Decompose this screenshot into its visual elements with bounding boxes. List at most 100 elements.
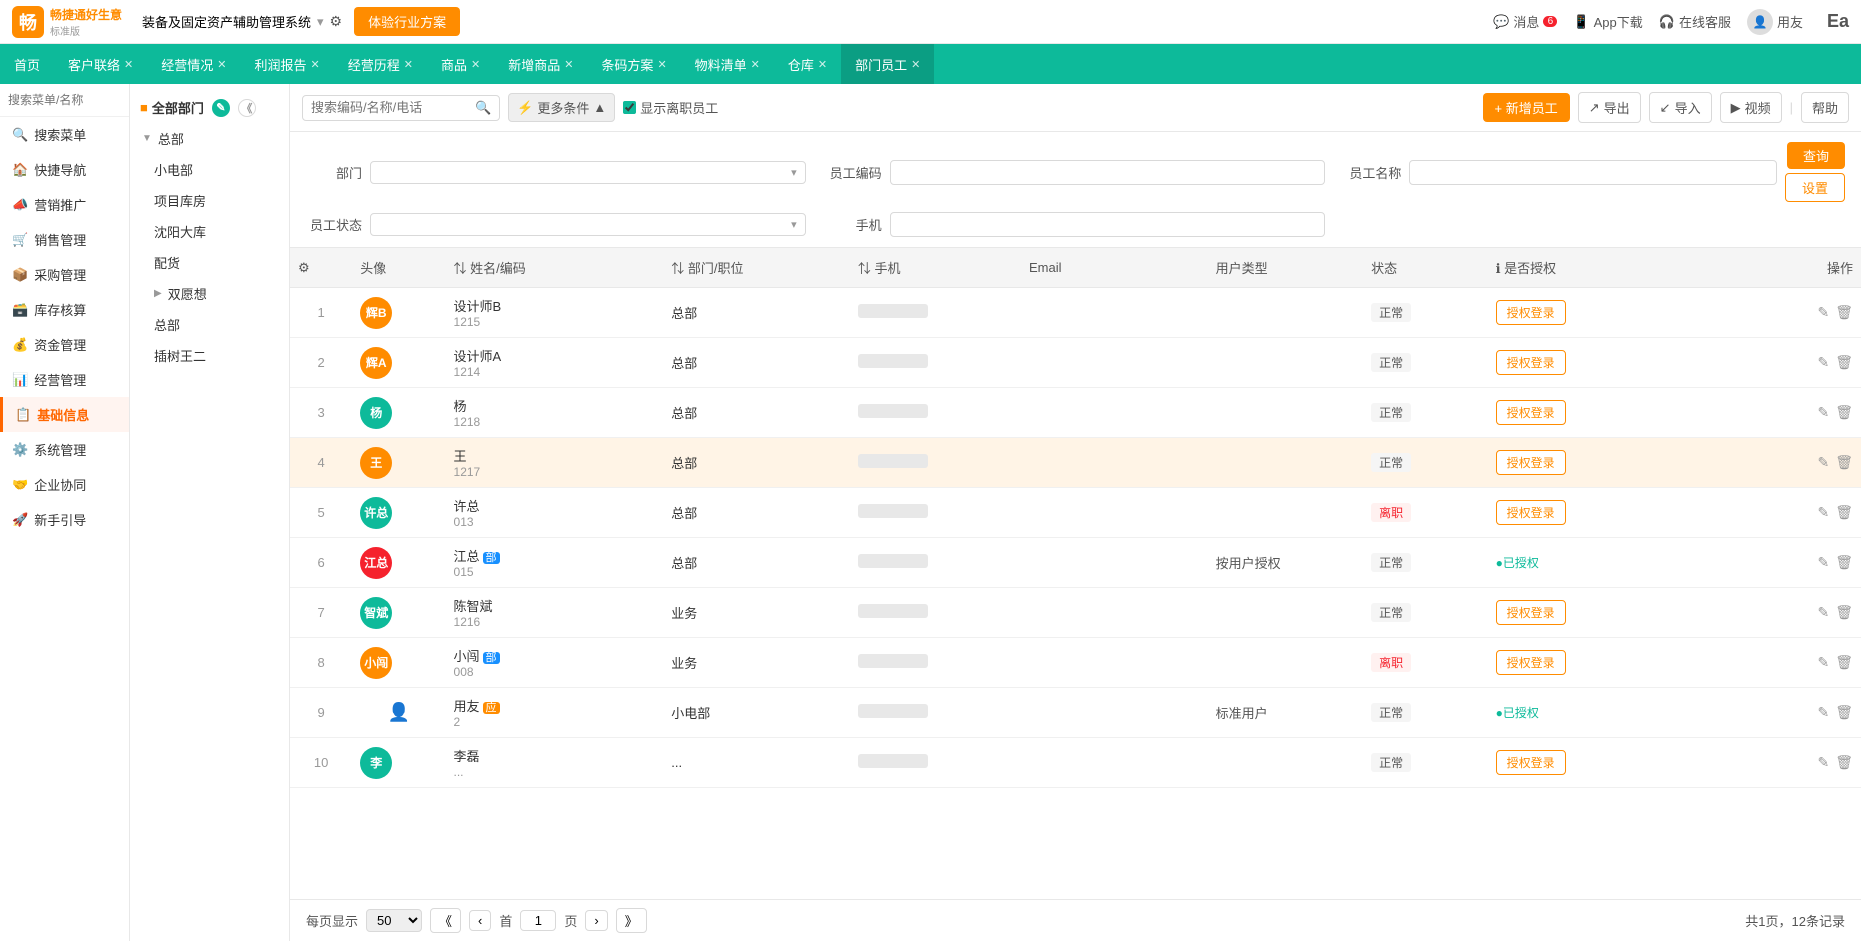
edit-button[interactable]: ✎ [1817, 654, 1829, 671]
next-page-button[interactable]: › [585, 910, 607, 931]
delete-button[interactable]: 🗑 [1835, 504, 1853, 521]
sidebar-item-marketing[interactable]: 📣 营销推广 [0, 187, 129, 222]
edit-button[interactable]: ✎ [1817, 754, 1829, 771]
first-page-button[interactable]: 《 [430, 908, 461, 933]
name-code-col-header[interactable]: ⇅ 姓名/编码 [446, 248, 664, 288]
nav-item-barcode[interactable]: 条码方案 ✕ [587, 44, 680, 84]
search-input[interactable] [311, 100, 471, 115]
sidebar-item-inventory[interactable]: 🗃️ 库存核算 [0, 292, 129, 327]
dept-select[interactable]: ▾ [370, 161, 806, 184]
auth-login-button[interactable]: 授权登录 [1496, 450, 1566, 475]
close-icon[interactable]: ✕ [751, 58, 760, 71]
nav-item-profit[interactable]: 利润报告 ✕ [240, 44, 333, 84]
chevron-down-icon[interactable]: ▾ [317, 14, 324, 30]
delete-button[interactable]: 🗑 [1835, 304, 1853, 321]
phone-col-header[interactable]: ⇅ 手机 [850, 248, 1021, 288]
nav-item-dept-staff[interactable]: 部门员工 ✕ [841, 44, 934, 84]
sidebar-item-purchase[interactable]: 📦 采购管理 [0, 257, 129, 292]
delete-button[interactable]: 🗑 [1835, 554, 1853, 571]
sidebar-item-sales[interactable]: 🛒 销售管理 [0, 222, 129, 257]
dept-node-planting[interactable]: 插树王二 [130, 340, 289, 371]
edit-button[interactable]: ✎ [1817, 554, 1829, 571]
delete-button[interactable]: 🗑 [1835, 654, 1853, 671]
edit-button[interactable]: ✎ [1817, 304, 1829, 321]
nav-item-goods[interactable]: 商品 ✕ [427, 44, 494, 84]
search-icon[interactable]: 🔍 [475, 100, 491, 116]
edit-button[interactable]: ✎ [1817, 504, 1829, 521]
import-button[interactable]: ↙ 导入 [1649, 92, 1712, 123]
sidebar-item-search[interactable]: 🔍 搜索菜单 [0, 117, 129, 152]
sidebar-search-input[interactable] [8, 93, 130, 107]
help-button[interactable]: 帮助 [1801, 92, 1849, 123]
close-icon[interactable]: ✕ [471, 58, 480, 71]
dept-node-hq[interactable]: 总部 [130, 309, 289, 340]
edit-button[interactable]: ✎ [1817, 404, 1829, 421]
dept-node-distribute[interactable]: 配货 [130, 247, 289, 278]
online-support-action[interactable]: 🎧 在线客服 [1659, 12, 1731, 31]
dept-position-col-header[interactable]: ⇅ 部门/职位 [663, 248, 850, 288]
dept-node-small-elec[interactable]: 小电部 [130, 154, 289, 185]
export-button[interactable]: ↗ 导出 [1578, 92, 1641, 123]
edit-button[interactable]: ✎ [1817, 704, 1829, 721]
auth-login-button[interactable]: 授权登录 [1496, 650, 1566, 675]
sidebar-item-enterprise[interactable]: 🤝 企业协同 [0, 467, 129, 502]
collapse-btn[interactable]: 《 [238, 99, 256, 117]
prev-page-button[interactable]: ‹ [469, 910, 491, 931]
sidebar-item-finance[interactable]: 💰 资金管理 [0, 327, 129, 362]
nav-item-customer[interactable]: 客户联络 ✕ [54, 44, 147, 84]
emp-name-input[interactable] [1409, 160, 1777, 185]
auth-login-button[interactable]: 授权登录 [1496, 400, 1566, 425]
close-icon[interactable]: ✕ [818, 58, 827, 71]
nav-item-new-goods[interactable]: 新增商品 ✕ [494, 44, 587, 84]
nav-item-warehouse[interactable]: 仓库 ✕ [774, 44, 841, 84]
auth-login-button[interactable]: 授权登录 [1496, 300, 1566, 325]
delete-button[interactable]: 🗑 [1835, 604, 1853, 621]
auth-login-button[interactable]: 授权登录 [1496, 600, 1566, 625]
delete-button[interactable]: 🗑 [1835, 454, 1853, 471]
auth-login-button[interactable]: 授权登录 [1496, 350, 1566, 375]
delete-button[interactable]: 🗑 [1835, 354, 1853, 371]
nav-item-history[interactable]: 经营历程 ✕ [334, 44, 427, 84]
close-icon[interactable]: ✕ [404, 58, 413, 71]
edit-button[interactable]: ✎ [1817, 604, 1829, 621]
app-download-action[interactable]: 📱 App下载 [1573, 12, 1642, 31]
nav-item-business[interactable]: 经营情况 ✕ [147, 44, 240, 84]
edit-dept-btn[interactable]: ✎ [212, 99, 230, 117]
edit-button[interactable]: ✎ [1817, 354, 1829, 371]
close-icon[interactable]: ✕ [124, 58, 133, 71]
add-employee-button[interactable]: + 新增员工 [1483, 93, 1570, 122]
emp-status-select[interactable]: ▾ [370, 213, 806, 236]
delete-button[interactable]: 🗑 [1835, 404, 1853, 421]
show-resigned-checkbox[interactable]: 显示离职员工 [623, 98, 718, 117]
page-size-select[interactable]: 50 100 200 [366, 909, 422, 932]
delete-button[interactable]: 🗑 [1835, 704, 1853, 721]
nav-item-material[interactable]: 物料清单 ✕ [681, 44, 774, 84]
user-action[interactable]: 👤 用友 [1747, 9, 1803, 35]
close-icon[interactable]: ✕ [657, 58, 666, 71]
view-button[interactable]: ▶ 视频 [1720, 92, 1782, 123]
gear-icon[interactable]: ⚙ [330, 13, 343, 30]
dept-node-shenyang[interactable]: 沈阳大库 [130, 216, 289, 247]
sidebar-item-quick-nav[interactable]: 🏠 快捷导航 [0, 152, 129, 187]
close-icon[interactable]: ✕ [217, 58, 226, 71]
more-filters-button[interactable]: ⚡ 更多条件 ▲ [508, 93, 615, 122]
dept-node-double-want[interactable]: ▶ 双愿想 [130, 278, 289, 309]
sidebar-item-guide[interactable]: 🚀 新手引导 [0, 502, 129, 537]
delete-button[interactable]: 🗑 [1835, 754, 1853, 771]
last-page-button[interactable]: 》 [616, 908, 647, 933]
sidebar-item-system[interactable]: ⚙️ 系统管理 [0, 432, 129, 467]
query-button[interactable]: 查询 [1787, 142, 1845, 169]
close-icon[interactable]: ✕ [564, 58, 573, 71]
emp-code-input[interactable] [890, 160, 1326, 185]
sidebar-item-basic-info[interactable]: 📋 基础信息 [0, 397, 129, 432]
auth-login-button[interactable]: 授权登录 [1496, 500, 1566, 525]
message-action[interactable]: 💬 消息 6 [1493, 12, 1557, 31]
page-input[interactable] [520, 910, 556, 931]
trial-button[interactable]: 体验行业方案 [354, 7, 460, 36]
close-icon[interactable]: ✕ [311, 58, 320, 71]
dept-node-hq-root[interactable]: ▼ 总部 [130, 123, 289, 154]
dept-node-project[interactable]: 项目库房 [130, 185, 289, 216]
set-button[interactable]: 设置 [1785, 173, 1845, 202]
close-icon[interactable]: ✕ [911, 58, 920, 71]
phone-input[interactable] [890, 212, 1326, 237]
